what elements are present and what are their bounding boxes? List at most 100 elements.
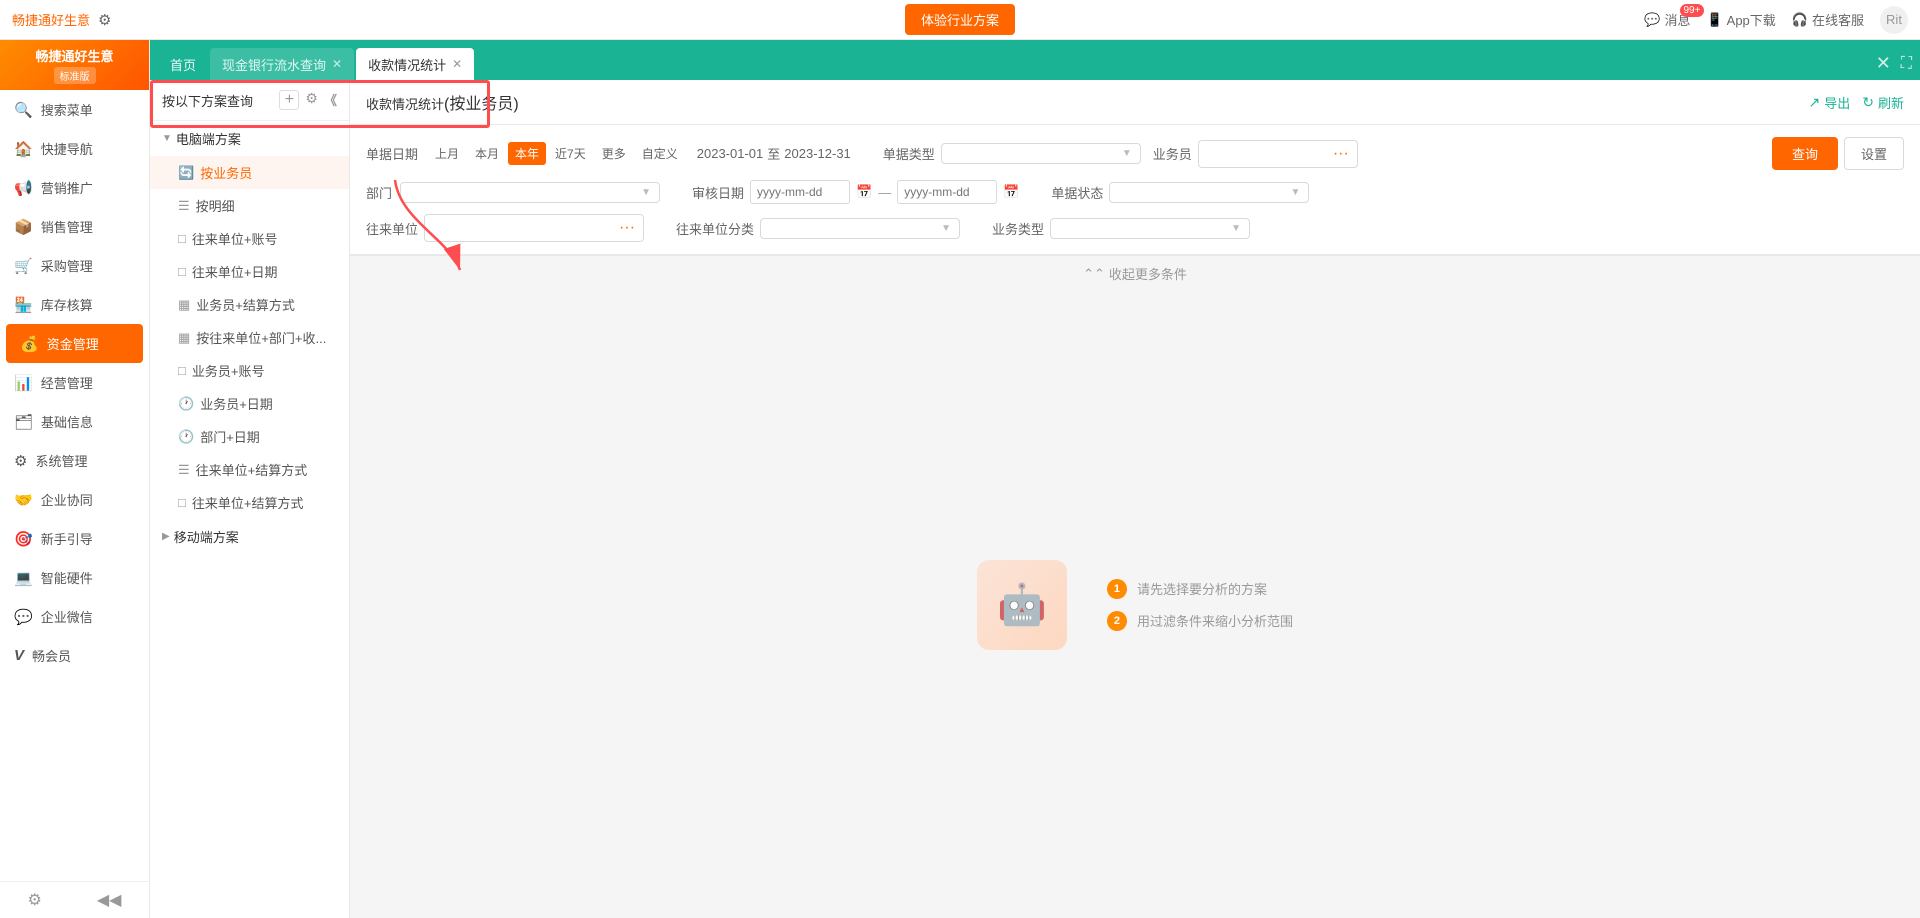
tab-last-month[interactable]: 上月 bbox=[428, 142, 466, 165]
doc-status-label: 单据状态 bbox=[1051, 183, 1103, 202]
scheme-group-mobile-header[interactable]: ▶ 移动端方案 bbox=[150, 519, 349, 554]
tab-this-month[interactable]: 本月 bbox=[468, 142, 506, 165]
sidebar-item-basic[interactable]: 🗂 基础信息 bbox=[0, 402, 149, 441]
scheme-collapse-btn[interactable]: 《 bbox=[324, 90, 337, 110]
tab-receipts-close[interactable]: ✕ bbox=[452, 57, 462, 71]
scheme-item-salesperson-payment[interactable]: ▦ 业务员+结算方式 bbox=[150, 288, 349, 321]
tab-more[interactable]: 更多 bbox=[595, 142, 633, 165]
purchase-icon: 🛒 bbox=[14, 257, 33, 275]
scheme-item-detail[interactable]: ☰ 按明细 bbox=[150, 189, 349, 222]
sidebar-item-member[interactable]: V 畅会员 bbox=[0, 636, 149, 675]
avatar[interactable]: Rit bbox=[1880, 6, 1908, 34]
hint-num-2: 2 bbox=[1107, 611, 1127, 631]
online-service-btn[interactable]: 🎧 在线客服 bbox=[1792, 10, 1864, 29]
sidebar-settings-icon[interactable]: ⚙ bbox=[28, 890, 42, 910]
scheme-item-unit-payment2[interactable]: □ 往来单位+结算方式 bbox=[150, 486, 349, 519]
marketing-icon: 📢 bbox=[14, 179, 33, 197]
calendar-icon-1[interactable]: 📅 bbox=[856, 184, 872, 200]
scheme-settings-btn[interactable]: ⚙ bbox=[305, 90, 318, 110]
scheme-item-dept-date[interactable]: 🕐 部门+日期 bbox=[150, 420, 349, 453]
square-icon-2: □ bbox=[178, 264, 186, 279]
sidebar-item-inventory[interactable]: 🏪 库存核算 bbox=[0, 285, 149, 324]
tab-close-icon[interactable]: ✕ bbox=[1876, 53, 1891, 74]
scheme-item-salesperson-date[interactable]: 🕐 业务员+日期 bbox=[150, 387, 349, 420]
scheme-group-pc-header[interactable]: ▼ 电脑端方案 bbox=[150, 121, 349, 156]
scheme-item-unit-account[interactable]: □ 往来单位+账号 bbox=[150, 222, 349, 255]
scheme-item-unit-payment1[interactable]: ☰ 往来单位+结算方式 bbox=[150, 453, 349, 486]
sidebar-item-quicknav[interactable]: 🏠 快捷导航 bbox=[0, 129, 149, 168]
biz-type-select[interactable]: ▼ bbox=[1050, 218, 1250, 239]
counterpart-input[interactable]: ··· bbox=[424, 214, 644, 242]
date-tabs: 上月 本月 本年 近7天 更多 自定义 bbox=[428, 142, 685, 165]
dept-dropdown-icon: ▼ bbox=[641, 187, 651, 198]
sidebar-item-sales[interactable]: 📦 销售管理 bbox=[0, 207, 149, 246]
empty-robot-icon: 🤖 bbox=[977, 560, 1067, 650]
filter-buttons: 查询 设置 bbox=[1772, 137, 1904, 170]
tab-bank-close[interactable]: ✕ bbox=[332, 57, 342, 71]
query-button[interactable]: 查询 bbox=[1772, 137, 1838, 170]
page-title-bar: 收款情况统计(按业务员) ↗ 导出 ↻ 刷新 bbox=[350, 80, 1920, 125]
sidebar-item-purchase[interactable]: 🛒 采购管理 bbox=[0, 246, 149, 285]
sidebar-item-search[interactable]: 🔍 搜索菜单 bbox=[0, 90, 149, 129]
review-date-from[interactable] bbox=[750, 180, 850, 204]
settings-button[interactable]: 设置 bbox=[1844, 137, 1904, 170]
sales-icon: 📦 bbox=[14, 218, 33, 236]
top-header-right: 💬 消息 99+ 📱 App下载 🎧 在线客服 Rit bbox=[1644, 6, 1908, 34]
tab-home[interactable]: 首页 bbox=[158, 48, 208, 80]
doc-status-dropdown-icon: ▼ bbox=[1291, 187, 1301, 198]
settings-icon[interactable]: ⚙ bbox=[98, 11, 111, 29]
doc-type-select[interactable]: ▼ bbox=[941, 143, 1141, 164]
inventory-icon: 🏪 bbox=[14, 296, 33, 314]
sidebar-item-operations[interactable]: 📊 经营管理 bbox=[0, 363, 149, 402]
sidebar-item-hardware[interactable]: 💻 智能硬件 bbox=[0, 558, 149, 597]
calendar-icon-2[interactable]: 📅 bbox=[1003, 184, 1019, 200]
scheme-item-salesperson-account[interactable]: □ 业务员+账号 bbox=[150, 354, 349, 387]
biz-type-dropdown-icon: ▼ bbox=[1231, 223, 1241, 234]
scheme-item-unit-date[interactable]: □ 往来单位+日期 bbox=[150, 255, 349, 288]
message-btn[interactable]: 💬 消息 99+ bbox=[1644, 10, 1690, 29]
tab-custom[interactable]: 自定义 bbox=[635, 142, 685, 165]
doc-status-select[interactable]: ▼ bbox=[1109, 182, 1309, 203]
empty-state: 🤖 1 请先选择要分析的方案 2 用过滤条件来缩小分析范围 bbox=[977, 560, 1293, 650]
doc-type-label: 单据类型 bbox=[883, 144, 935, 163]
export-btn[interactable]: ↗ 导出 bbox=[1809, 93, 1851, 112]
sidebar-item-enterprise[interactable]: 🤝 企业协同 bbox=[0, 480, 149, 519]
message-icon: 💬 bbox=[1644, 12, 1660, 28]
tab-expand-icon[interactable]: ⛶ bbox=[1901, 55, 1912, 73]
sidebar-bottom: ⚙ ◀◀ bbox=[0, 881, 149, 918]
refresh-icon: 🔄 bbox=[178, 165, 194, 181]
sidebar-item-guide[interactable]: 🎯 新手引导 bbox=[0, 519, 149, 558]
arrow-right-icon: ▶ bbox=[162, 531, 170, 542]
scheme-add-btn[interactable]: + bbox=[279, 90, 299, 110]
dept-select[interactable]: ▼ bbox=[400, 182, 660, 203]
salesperson-select[interactable]: ··· bbox=[1198, 140, 1358, 168]
filter-area: 单据日期 上月 本月 本年 近7天 更多 自定义 bbox=[350, 125, 1920, 255]
app-download-btn[interactable]: 📱 App下载 bbox=[1706, 10, 1775, 29]
sidebar-item-wechat[interactable]: 💬 企业微信 bbox=[0, 597, 149, 636]
collapse-bar[interactable]: ⌃⌃ 收起更多条件 bbox=[350, 255, 1920, 291]
sidebar-item-marketing[interactable]: 📢 营销推广 bbox=[0, 168, 149, 207]
tab-receipts[interactable]: 收款情况统计 ✕ bbox=[356, 48, 474, 80]
review-date-to[interactable] bbox=[897, 180, 997, 204]
sidebar-item-finance[interactable]: 💰 资金管理 bbox=[6, 324, 143, 363]
tab-bank[interactable]: 现金银行流水查询 ✕ bbox=[210, 48, 354, 80]
counterpart-more-icon: ··· bbox=[619, 219, 635, 237]
square-icon-3: □ bbox=[178, 363, 186, 378]
tab-this-year[interactable]: 本年 bbox=[508, 142, 546, 165]
scheme-title: 按以下方案查询 bbox=[162, 91, 253, 110]
counterpart-type-select[interactable]: ▼ bbox=[760, 218, 960, 239]
tab-last-7days[interactable]: 近7天 bbox=[548, 142, 593, 165]
scheme-header: 按以下方案查询 + ⚙ 《 bbox=[150, 80, 349, 121]
trial-btn[interactable]: 体验行业方案 bbox=[905, 4, 1015, 35]
list-icon-2: ☰ bbox=[178, 462, 190, 478]
member-icon: V bbox=[14, 647, 24, 664]
refresh-btn[interactable]: ↻ 刷新 bbox=[1862, 93, 1904, 112]
finance-icon: 💰 bbox=[20, 335, 39, 353]
clock-icon-2: 🕐 bbox=[178, 429, 194, 445]
scheme-item-unit-dept[interactable]: ▦ 按往来单位+部门+收... bbox=[150, 321, 349, 354]
sidebar: 畅捷通好生意 标准版 🔍 搜索菜单 🏠 快捷导航 📢 营销推广 📦 销售管理 bbox=[0, 40, 150, 918]
scheme-item-salesperson[interactable]: 🔄 按业务员 bbox=[150, 156, 349, 189]
doc-type-filter: 单据类型 ▼ bbox=[883, 143, 1141, 164]
sidebar-item-system[interactable]: ⚙ 系统管理 bbox=[0, 441, 149, 480]
sidebar-collapse-icon[interactable]: ◀◀ bbox=[97, 890, 122, 910]
